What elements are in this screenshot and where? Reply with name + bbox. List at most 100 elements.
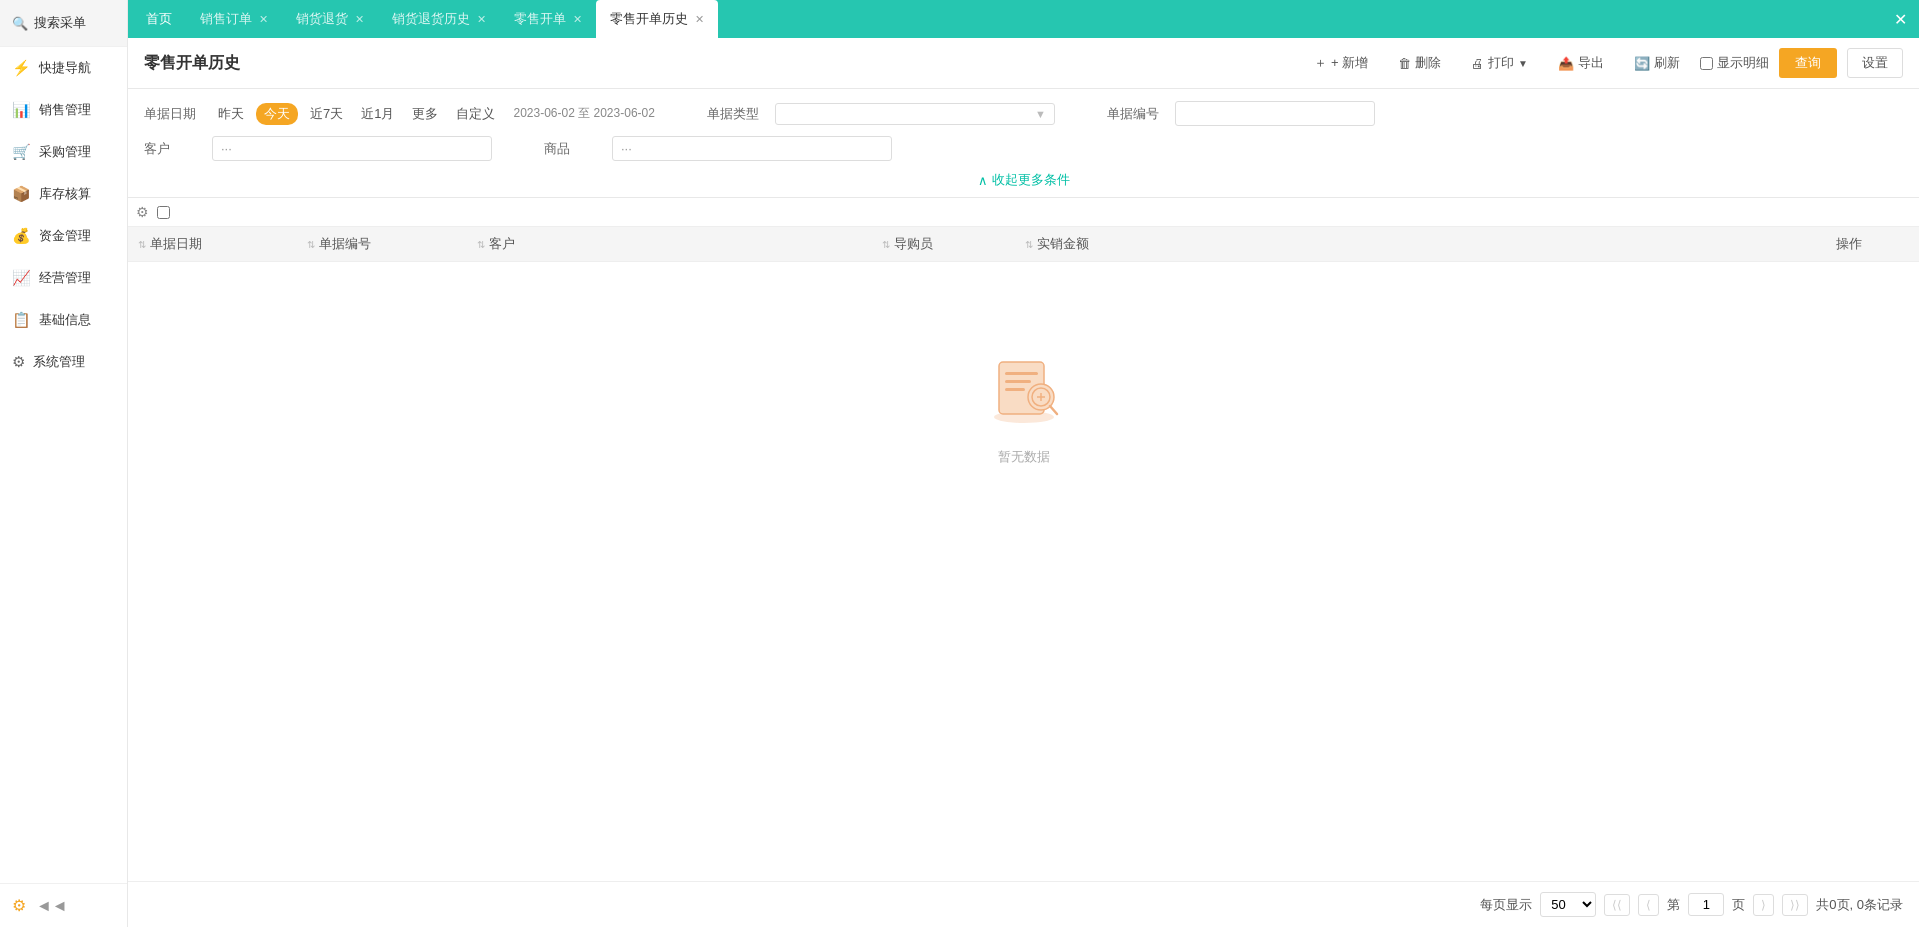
sidebar-item-sys-mgmt[interactable]: ⚙ 系统管理 (0, 341, 127, 383)
col-customer[interactable]: ⇅ 客户 (467, 227, 872, 262)
customer-filter-input[interactable]: ··· (212, 136, 492, 161)
tab-retail-open[interactable]: 零售开单 ✕ (500, 0, 596, 38)
type-filter-label: 单据类型 (707, 105, 763, 123)
refresh-button[interactable]: 🔄 刷新 (1624, 49, 1690, 77)
goods-filter-input[interactable]: ··· (612, 136, 892, 161)
top-nav: 首页 销售订单 ✕ 销货退货 ✕ 销货退货历史 ✕ 零售开单 ✕ 零售开单历史 … (128, 0, 1919, 38)
basic-info-icon: 📋 (12, 311, 31, 329)
col-date-label: 单据日期 (150, 236, 202, 251)
tab-retail-open-history[interactable]: 零售开单历史 ✕ (596, 0, 718, 38)
date-opt-7days[interactable]: 近7天 (304, 103, 349, 125)
table-settings-icon[interactable]: ⚙ (136, 204, 149, 220)
display-detail-checkbox[interactable]: 显示明细 (1700, 54, 1769, 72)
tab-sales-order-label: 销售订单 (200, 10, 252, 28)
collapse-more-btn[interactable]: ∧ 收起更多条件 (978, 171, 1070, 189)
sidebar-item-basic-info[interactable]: 📋 基础信息 (0, 299, 127, 341)
date-opt-1month[interactable]: 近1月 (355, 103, 400, 125)
tab-retail-open-history-label: 零售开单历史 (610, 10, 688, 28)
tab-sales-order[interactable]: 销售订单 ✕ (186, 0, 282, 38)
pagination: 每页显示 10 20 50 100 ⟨⟨ ⟨ 第 页 ⟩ ⟩⟩ 共0页, 0条记… (128, 881, 1919, 927)
sidebar-item-purchase-mgmt[interactable]: 🛒 采购管理 (0, 131, 127, 173)
type-dropdown-icon: ▼ (1035, 108, 1046, 120)
date-opt-more[interactable]: 更多 (406, 103, 444, 125)
per-page-label: 每页显示 (1480, 896, 1532, 914)
export-label: 导出 (1578, 54, 1604, 72)
settings-button[interactable]: 设置 (1847, 48, 1903, 78)
prev-page-btn[interactable]: ⟨ (1638, 894, 1659, 916)
col-date[interactable]: ⇅ 单据日期 (128, 227, 297, 262)
tab-retail-open-close[interactable]: ✕ (573, 13, 582, 26)
sidebar-item-inventory[interactable]: 📦 库存核算 (0, 173, 127, 215)
print-icon: 🖨 (1471, 56, 1484, 71)
sales-icon: 📊 (12, 101, 31, 119)
customer-filter-label: 客户 (144, 140, 200, 158)
sidebar-item-label: 系统管理 (33, 353, 85, 371)
delete-label: 删除 (1415, 54, 1441, 72)
date-opt-yesterday[interactable]: 昨天 (212, 103, 250, 125)
collapse-sidebar-icon[interactable]: ◄◄ (36, 897, 68, 915)
settings-gear-icon[interactable]: ⚙ (12, 896, 26, 915)
add-icon: ＋ (1314, 54, 1327, 72)
select-all-checkbox[interactable] (157, 206, 170, 219)
window-close-icon[interactable]: ✕ (1882, 10, 1919, 29)
col-action-label: 操作 (1836, 236, 1862, 251)
col-amount[interactable]: ⇅ 实销金额 (1015, 227, 1826, 262)
sidebar-search[interactable]: 🔍 搜索采单 (0, 0, 127, 47)
empty-text: 暂无数据 (998, 448, 1050, 466)
sidebar-item-operations[interactable]: 📈 经营管理 (0, 257, 127, 299)
search-icon: 🔍 (12, 16, 28, 31)
print-button[interactable]: 🖨 打印 ▼ (1461, 49, 1538, 77)
quick-nav-icon: ⚡ (12, 59, 31, 77)
next-page-btn[interactable]: ⟩ (1753, 894, 1774, 916)
collapse-up-icon: ∧ (978, 173, 988, 188)
table-header: ⇅ 单据日期 ⇅ 单据编号 ⇅ 客户 ⇅ 导购员 (128, 227, 1919, 262)
number-filter-label: 单据编号 (1107, 105, 1163, 123)
display-detail-input[interactable] (1700, 57, 1713, 70)
settings-label: 设置 (1862, 55, 1888, 70)
current-page-label: 第 (1667, 896, 1680, 914)
first-page-btn[interactable]: ⟨⟨ (1604, 894, 1630, 916)
col-customer-sort-icon: ⇅ (477, 239, 485, 250)
goods-dots: ··· (621, 141, 632, 156)
sys-mgmt-icon: ⚙ (12, 353, 25, 371)
last-page-btn[interactable]: ⟩⟩ (1782, 894, 1808, 916)
svg-rect-2 (1005, 372, 1038, 375)
per-page-select[interactable]: 10 20 50 100 (1540, 892, 1596, 917)
date-opt-today[interactable]: 今天 (256, 103, 298, 125)
number-filter-input[interactable] (1175, 101, 1375, 126)
tab-sales-return-history[interactable]: 销货退货历史 ✕ (378, 0, 500, 38)
sidebar-item-label: 基础信息 (39, 311, 91, 329)
col-guide[interactable]: ⇅ 导购员 (872, 227, 1015, 262)
page-number-input[interactable] (1688, 893, 1724, 916)
query-button[interactable]: 查询 (1779, 48, 1837, 78)
export-button[interactable]: 📤 导出 (1548, 49, 1614, 77)
tab-sales-order-close[interactable]: ✕ (259, 13, 268, 26)
col-amount-label: 实销金额 (1037, 236, 1089, 251)
purchase-icon: 🛒 (12, 143, 31, 161)
sidebar-item-sales-mgmt[interactable]: 📊 销售管理 (0, 89, 127, 131)
filter-area: 单据日期 昨天 今天 近7天 近1月 更多 自定义 2023-06-02 至 2… (128, 89, 1919, 198)
main-content: 首页 销售订单 ✕ 销货退货 ✕ 销货退货历史 ✕ 零售开单 ✕ 零售开单历史 … (128, 0, 1919, 927)
type-filter-select[interactable]: ▼ (775, 103, 1055, 125)
operations-icon: 📈 (12, 269, 31, 287)
sidebar-item-finance[interactable]: 💰 资金管理 (0, 215, 127, 257)
col-number[interactable]: ⇅ 单据编号 (297, 227, 466, 262)
add-button[interactable]: ＋ + 新增 (1304, 49, 1378, 77)
col-guide-label: 导购员 (894, 236, 933, 251)
tab-sales-return-close[interactable]: ✕ (355, 13, 364, 26)
sidebar-bottom: ⚙ ◄◄ (0, 883, 127, 927)
empty-state: 暂无数据 (128, 262, 1919, 546)
header-row: ⇅ 单据日期 ⇅ 单据编号 ⇅ 客户 ⇅ 导购员 (128, 227, 1919, 262)
tab-sales-return-history-close[interactable]: ✕ (477, 13, 486, 26)
data-table: ⇅ 单据日期 ⇅ 单据编号 ⇅ 客户 ⇅ 导购员 (128, 227, 1919, 262)
delete-button[interactable]: 🗑 删除 (1388, 49, 1451, 77)
col-number-label: 单据编号 (319, 236, 371, 251)
tab-sales-return[interactable]: 销货退货 ✕ (282, 0, 378, 38)
sidebar-item-quick-nav[interactable]: ⚡ 快捷导航 (0, 47, 127, 89)
export-icon: 📤 (1558, 56, 1574, 71)
col-number-sort-icon: ⇅ (307, 239, 315, 250)
sidebar-item-label: 经营管理 (39, 269, 91, 287)
tab-home[interactable]: 首页 (132, 0, 186, 38)
date-opt-custom[interactable]: 自定义 (450, 103, 501, 125)
tab-retail-open-history-close[interactable]: ✕ (695, 13, 704, 26)
